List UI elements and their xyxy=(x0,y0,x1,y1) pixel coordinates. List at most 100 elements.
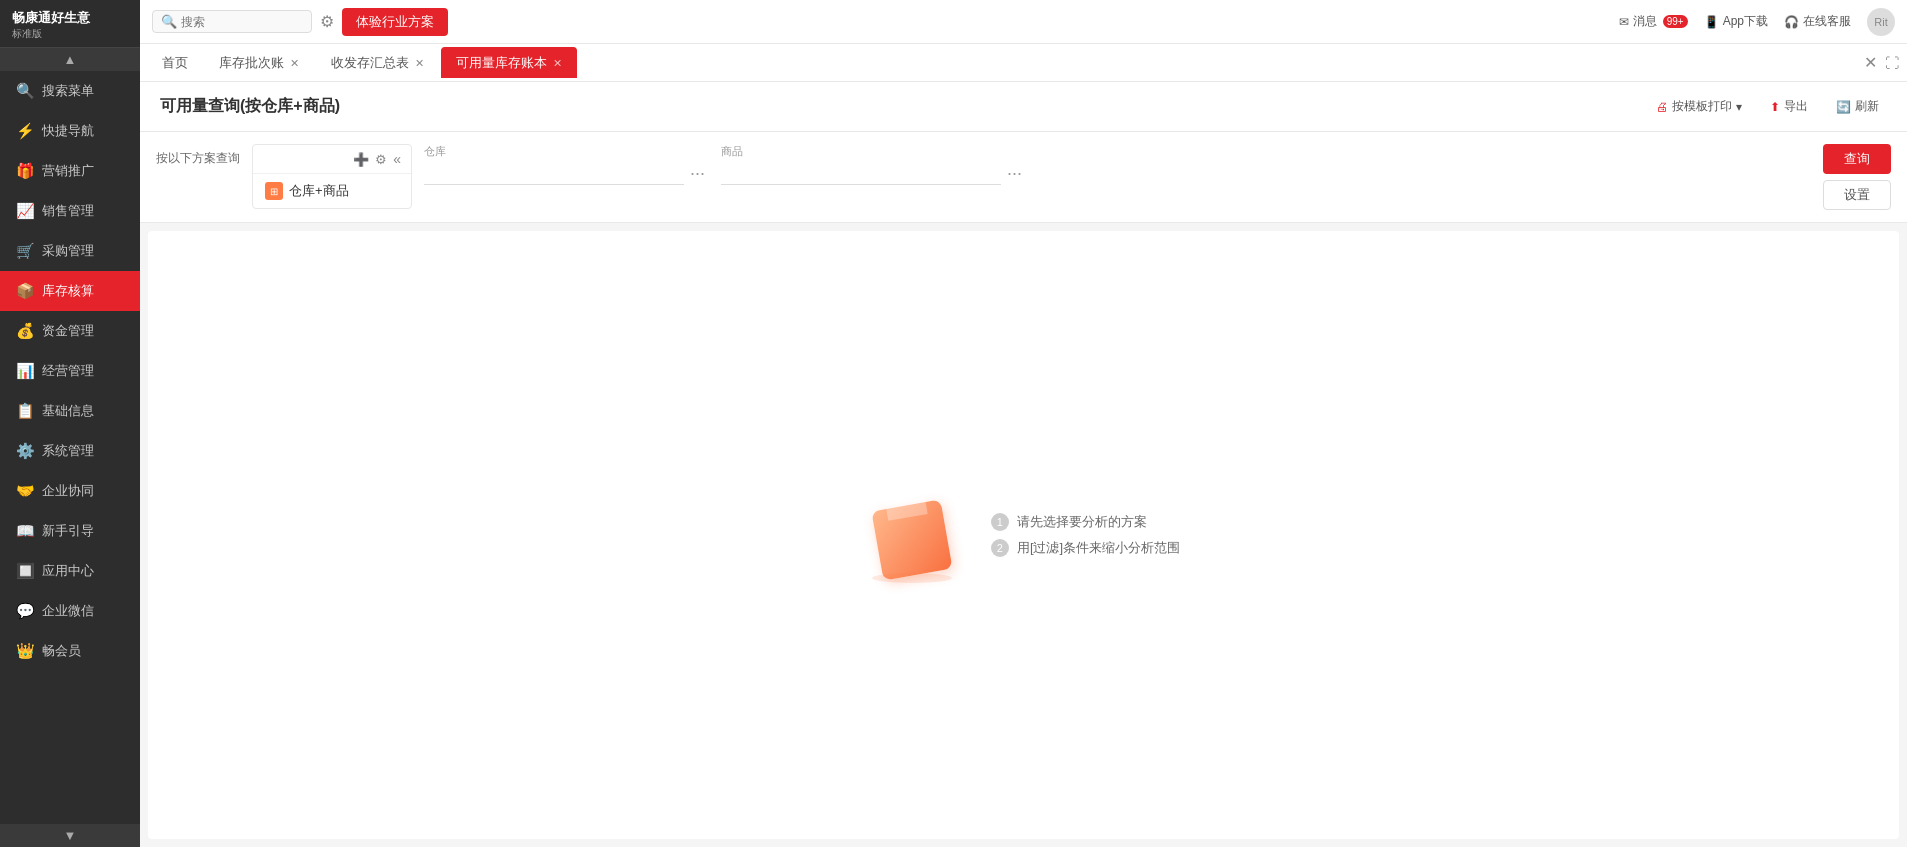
sidebar-item-operation[interactable]: 📊 经营管理 xyxy=(0,351,140,391)
tab-recv-summary-close[interactable]: ✕ xyxy=(415,57,424,70)
message-label: 消息 xyxy=(1633,13,1657,30)
filter-fields: 仓库 ··· 商品 ··· xyxy=(424,144,1811,185)
inventory-icon: 📦 xyxy=(16,282,34,300)
sidebar-item-member[interactable]: 👑畅会员 xyxy=(0,631,140,671)
sidebar-item-marketing-promo[interactable]: 🎁营销推广 xyxy=(0,151,140,191)
goods-label: 商品 xyxy=(721,144,1022,159)
sidebar-scroll-down[interactable]: ▼ xyxy=(0,824,140,847)
experience-btn[interactable]: 体验行业方案 xyxy=(342,8,448,36)
empty-step-2: 2 用[过滤]条件来缩小分析范围 xyxy=(991,539,1180,557)
setting-btn[interactable]: 设置 xyxy=(1823,180,1891,210)
sidebar-item-label-system: 系统管理 xyxy=(42,442,94,460)
search-input[interactable] xyxy=(181,15,303,29)
step-text-1: 请先选择要分析的方案 xyxy=(1017,513,1147,531)
message-btn[interactable]: ✉ 消息 99+ xyxy=(1619,13,1688,30)
query-btn[interactable]: 查询 xyxy=(1823,144,1891,174)
topbar-right: ✉ 消息 99+ 📱 App下载 🎧 在线客服 Rit xyxy=(1619,8,1895,36)
app-center-icon: 🔲 xyxy=(16,562,34,580)
tab-recv-summary-label: 收发存汇总表 xyxy=(331,54,409,72)
goods-more-icon[interactable]: ··· xyxy=(1007,163,1022,184)
sidebar-item-purchase[interactable]: 🛒采购管理 xyxy=(0,231,140,271)
sidebar: 畅康通好生意 标准版 ▲ 🔍搜索菜单⚡快捷导航🎁营销推广📈销售管理🛒采购管理📦库… xyxy=(0,0,140,847)
export-icon: ⬆ xyxy=(1770,100,1780,114)
settings-icon[interactable]: ⚙ xyxy=(320,12,334,31)
filter-area: 按以下方案查询 ➕ ⚙ « ⊞ 仓库+商品 仓库 xyxy=(140,132,1907,223)
warehouse-input[interactable] xyxy=(424,161,684,185)
page-content: 可用量查询(按仓库+商品) 🖨 按模板打印 ▾ ⬆ 导出 🔄 刷新 按以下方 xyxy=(140,82,1907,847)
refresh-icon: 🔄 xyxy=(1836,100,1851,114)
step-num-2: 2 xyxy=(991,539,1009,557)
tab-batch-account[interactable]: 库存批次账 ✕ xyxy=(204,47,314,78)
sidebar-item-app-center[interactable]: 🔲应用中心 xyxy=(0,551,140,591)
sidebar-item-cooperation[interactable]: 🤝 企业协同 xyxy=(0,471,140,511)
tabs-close-all[interactable]: ✕ xyxy=(1864,53,1877,72)
sidebar-item-inventory[interactable]: 📦库存核算 xyxy=(0,271,140,311)
app-download-btn[interactable]: 📱 App下载 xyxy=(1704,13,1768,30)
finance-icon: 💰 xyxy=(16,322,34,340)
scheme-item-warehouse-goods[interactable]: ⊞ 仓库+商品 xyxy=(253,174,411,208)
sidebar-item-system[interactable]: ⚙️系统管理 xyxy=(0,431,140,471)
search-box[interactable]: 🔍 xyxy=(152,10,312,33)
filter-field-goods: 商品 ··· xyxy=(721,144,1022,185)
sidebar-item-wechat[interactable]: 💬企业微信 xyxy=(0,591,140,631)
tab-available-ledger[interactable]: 可用量库存账本 ✕ xyxy=(441,47,577,78)
tab-batch-account-close[interactable]: ✕ xyxy=(290,57,299,70)
sidebar-item-label-marketing-promo: 营销推广 xyxy=(42,162,94,180)
filter-field-warehouse: 仓库 ··· xyxy=(424,144,705,185)
search-icon: 🔍 xyxy=(16,82,34,100)
sidebar-scroll-up[interactable]: ▲ xyxy=(0,48,140,71)
collapse-btn[interactable]: « xyxy=(393,151,401,167)
template-print-btn[interactable]: 🖨 按模板打印 ▾ xyxy=(1648,94,1750,119)
scheme-item-label: 仓库+商品 xyxy=(289,182,349,200)
goods-field-row: ··· xyxy=(721,161,1022,185)
message-badge: 99+ xyxy=(1663,15,1688,28)
refresh-btn[interactable]: 🔄 刷新 xyxy=(1828,94,1887,119)
settings-scheme-icon[interactable]: ⚙ xyxy=(375,152,387,167)
topbar-left: 🔍 ⚙ 体验行业方案 xyxy=(152,8,1611,36)
brand-name: 畅康通好生意 xyxy=(12,10,128,27)
warehouse-label: 仓库 xyxy=(424,144,705,159)
message-icon: ✉ xyxy=(1619,15,1629,29)
online-service-btn[interactable]: 🎧 在线客服 xyxy=(1784,13,1851,30)
sidebar-item-label-guide: 新手引导 xyxy=(42,522,94,540)
goods-input[interactable] xyxy=(721,161,1001,185)
warehouse-field-row: ··· xyxy=(424,161,705,185)
sidebar-item-shortcut[interactable]: ⚡快捷导航 xyxy=(0,111,140,151)
topbar: 🔍 ⚙ 体验行业方案 ✉ 消息 99+ 📱 App下载 🎧 在线客服 xyxy=(140,0,1907,44)
chevron-down-icon: ▾ xyxy=(1736,100,1742,114)
sidebar-item-finance[interactable]: 💰 资金管理 xyxy=(0,311,140,351)
export-btn[interactable]: ⬆ 导出 xyxy=(1762,94,1816,119)
phone-icon: 📱 xyxy=(1704,15,1719,29)
tab-recv-summary[interactable]: 收发存汇总表 ✕ xyxy=(316,47,439,78)
refresh-label: 刷新 xyxy=(1855,98,1879,115)
sidebar-item-label-finance: 资金管理 xyxy=(42,322,94,340)
operation-icon: 📊 xyxy=(16,362,34,380)
sidebar-item-label-operation: 经营管理 xyxy=(42,362,94,380)
shortcut-icon: ⚡ xyxy=(16,122,34,140)
tabs-expand[interactable]: ⛶ xyxy=(1885,55,1899,71)
sidebar-item-sales[interactable]: 📈销售管理 xyxy=(0,191,140,231)
tab-available-ledger-label: 可用量库存账本 xyxy=(456,54,547,72)
add-scheme-icon[interactable]: ➕ xyxy=(353,152,369,167)
print-icon: 🖨 xyxy=(1656,100,1668,114)
export-label: 导出 xyxy=(1784,98,1808,115)
scheme-icon: ⊞ xyxy=(265,182,283,200)
page-header-actions: 🖨 按模板打印 ▾ ⬆ 导出 🔄 刷新 xyxy=(1648,94,1887,119)
page-title: 可用量查询(按仓库+商品) xyxy=(160,96,340,117)
sidebar-item-basic[interactable]: 📋基础信息 xyxy=(0,391,140,431)
user-menu[interactable]: Rit xyxy=(1867,8,1895,36)
scheme-actions: ➕ ⚙ xyxy=(353,152,387,167)
tab-available-ledger-close[interactable]: ✕ xyxy=(553,57,562,70)
tab-home[interactable]: 首页 xyxy=(148,48,202,78)
empty-state: 1 请先选择要分析的方案 2 用[过滤]条件来缩小分析范围 xyxy=(148,231,1899,839)
app-label: App下载 xyxy=(1723,13,1768,30)
filter-actions: 查询 设置 xyxy=(1823,144,1891,210)
template-print-label: 按模板打印 xyxy=(1672,98,1732,115)
sidebar-item-label-cooperation: 企业协同 xyxy=(42,482,94,500)
warehouse-more-icon[interactable]: ··· xyxy=(690,163,705,184)
guide-icon: 📖 xyxy=(16,522,34,540)
sidebar-item-guide[interactable]: 📖 新手引导 xyxy=(0,511,140,551)
sidebar-item-search[interactable]: 🔍搜索菜单 xyxy=(0,71,140,111)
step-num-1: 1 xyxy=(991,513,1009,531)
cooperation-icon: 🤝 xyxy=(16,482,34,500)
